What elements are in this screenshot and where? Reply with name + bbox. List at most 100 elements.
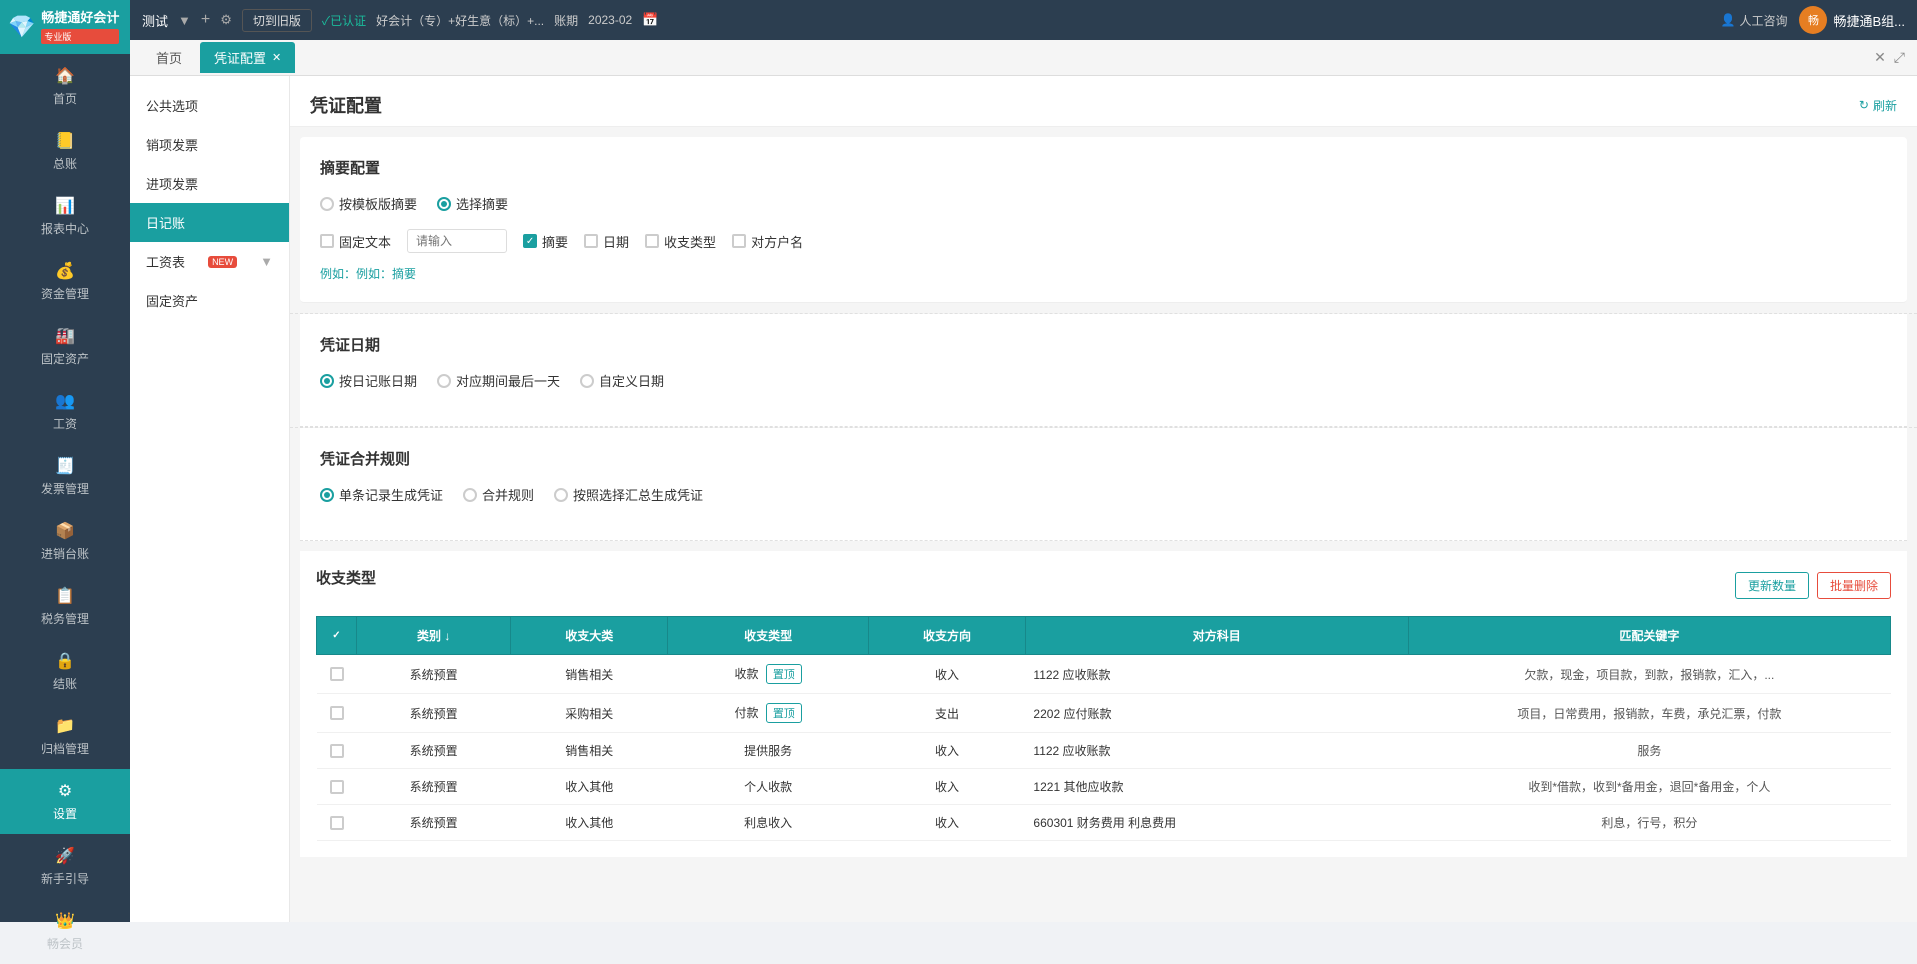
topbar-settings-icon[interactable]: ⚙: [220, 12, 232, 28]
left-nav-sales-invoice[interactable]: 销项发票: [130, 125, 289, 164]
fixed-text-input[interactable]: [407, 229, 507, 253]
row-category: 系统预置: [357, 805, 511, 841]
sidebar-item-payroll[interactable]: 👥 工资: [0, 379, 130, 444]
sidebar-item-member[interactable]: 👑 畅会员: [0, 899, 130, 964]
checkbox[interactable]: [330, 780, 344, 794]
checkbox-income-type[interactable]: 收支类型: [645, 232, 716, 251]
user-menu[interactable]: 畅 畅捷通B组...: [1799, 6, 1905, 34]
checkbox-income-type-box: [645, 234, 659, 248]
sidebar-item-tax[interactable]: 📋 税务管理: [0, 574, 130, 639]
sidebar-item-fixed-assets[interactable]: 🏭 固定资产: [0, 314, 130, 379]
switch-version-button[interactable]: 切到旧版: [242, 9, 312, 32]
sidebar-item-guide[interactable]: 🚀 新手引导: [0, 834, 130, 899]
expand-window-icon[interactable]: ⤢: [1894, 49, 1905, 66]
row-checkbox[interactable]: [317, 805, 357, 841]
sidebar-item-reports[interactable]: 📊 报表中心: [0, 184, 130, 249]
sidebar-item-archive[interactable]: 📁 归档管理: [0, 704, 130, 769]
checkbox-date[interactable]: 日期: [584, 232, 629, 251]
purchase-icon: 📦: [55, 521, 75, 541]
checkbox-counterpart[interactable]: 对方户名: [732, 232, 803, 251]
close-window-icon[interactable]: ✕: [1874, 49, 1886, 66]
reports-icon: 📊: [55, 196, 75, 216]
radio-template-summary[interactable]: 按模板版摘要: [320, 194, 417, 213]
sidebar: 💎 畅捷通好会计 专业版 🏠 首页 📒 总账 📊 报表中心 💰 资金管理 🏭 固…: [0, 0, 130, 922]
batch-delete-button[interactable]: 批量删除: [1817, 572, 1891, 599]
checkbox-date-box: [584, 234, 598, 248]
tag-button[interactable]: 置顶: [766, 664, 802, 684]
summary-config-section: 摘要配置 按模板版摘要 选择摘要 固定文本: [300, 137, 1907, 303]
sidebar-item-label: 资金管理: [41, 285, 89, 302]
left-nav-public[interactable]: 公共选项: [130, 86, 289, 125]
tabbar-actions: ✕ ⤢: [1874, 49, 1905, 66]
voucher-date-section: 凭证日期 按日记账日期 对应期间最后一天 自定义日期: [300, 314, 1907, 427]
table-header-major-type: 收支大类: [511, 617, 668, 655]
row-account: 1122 应收账款: [1025, 655, 1408, 694]
invoices-icon: 🧾: [55, 456, 75, 476]
row-type: 付款 置顶: [668, 694, 869, 733]
sidebar-item-settings[interactable]: ⚙ 设置: [0, 769, 130, 834]
nav-new-badge: NEW: [208, 256, 237, 268]
summary-config-title: 摘要配置: [320, 157, 1887, 178]
checkbox-fixed-text[interactable]: 固定文本: [320, 232, 391, 251]
sidebar-item-label: 设置: [53, 805, 77, 822]
row-checkbox[interactable]: [317, 694, 357, 733]
service-button[interactable]: 👤 人工咨询: [1721, 12, 1788, 29]
select-all-checkbox[interactable]: ✓: [330, 629, 344, 643]
tabbar: 首页 凭证配置 ✕ ✕ ⤢: [130, 40, 1917, 76]
checkbox[interactable]: [330, 667, 344, 681]
row-checkbox[interactable]: [317, 655, 357, 694]
tag-button[interactable]: 置顶: [766, 703, 802, 723]
checkbox-summary[interactable]: ✓ 摘要: [523, 232, 568, 251]
left-nav-fixed-assets[interactable]: 固定资产: [130, 281, 289, 320]
sidebar-item-label: 总账: [53, 155, 77, 172]
refresh-button[interactable]: ↻ 刷新: [1859, 97, 1897, 114]
sidebar-item-label: 税务管理: [41, 610, 89, 627]
radio-select-summary[interactable]: 选择摘要: [437, 194, 508, 213]
radio-summary-generate[interactable]: 按照选择汇总生成凭证: [554, 485, 703, 504]
row-keywords: 利息，行号，积分: [1408, 805, 1890, 841]
left-nav-diary[interactable]: 日记账: [130, 203, 289, 242]
topbar-add-icon[interactable]: +: [201, 11, 210, 29]
row-category: 系统预置: [357, 694, 511, 733]
radio-custom-date[interactable]: 自定义日期: [580, 371, 664, 390]
radio-single-record[interactable]: 单条记录生成凭证: [320, 485, 443, 504]
sidebar-item-home[interactable]: 🏠 首页: [0, 54, 130, 119]
radio-merge-rule[interactable]: 合并规则: [463, 485, 534, 504]
sidebar-item-general-ledger[interactable]: 📒 总账: [0, 119, 130, 184]
guide-icon: 🚀: [55, 846, 75, 866]
service-icon: 👤: [1721, 13, 1736, 27]
sidebar-item-invoices[interactable]: 🧾 发票管理: [0, 444, 130, 509]
checkbox[interactable]: [330, 744, 344, 758]
calendar-icon[interactable]: 📅: [642, 12, 658, 28]
merge-rules-section: 凭证合并规则 单条记录生成凭证 合并规则 按照选择汇总生成凭证: [300, 428, 1907, 541]
radio-diary-date-circle: [320, 374, 334, 388]
closing-icon: 🔒: [55, 651, 75, 671]
table-row: 系统预置 销售相关 提供服务 收入 1122 应收账款 服务: [317, 733, 1891, 769]
left-nav-payroll-table[interactable]: 工资表 NEW ▼: [130, 242, 289, 281]
row-keywords: 服务: [1408, 733, 1890, 769]
row-keywords: 项目，日常费用，报销款，车费，承兑汇票，付款: [1408, 694, 1890, 733]
sidebar-item-funds[interactable]: 💰 资金管理: [0, 249, 130, 314]
app-edition: 专业版: [41, 29, 119, 44]
topbar-certified-status: ✓已认证: [322, 12, 366, 29]
row-checkbox[interactable]: [317, 733, 357, 769]
radio-merge-circle: [463, 488, 477, 502]
tab-home[interactable]: 首页: [142, 42, 196, 73]
left-nav-purchase-invoice[interactable]: 进项发票: [130, 164, 289, 203]
tab-close-icon[interactable]: ✕: [272, 51, 281, 64]
row-checkbox[interactable]: [317, 769, 357, 805]
row-major-type: 销售相关: [511, 655, 668, 694]
ledger-icon: 📒: [55, 131, 75, 151]
checkbox[interactable]: [330, 816, 344, 830]
archive-icon: 📁: [55, 716, 75, 736]
update-count-button[interactable]: 更新数量: [1735, 572, 1809, 599]
topbar-dropdown-icon[interactable]: ▼: [178, 13, 191, 28]
radio-period-last-day[interactable]: 对应期间最后一天: [437, 371, 560, 390]
merge-rules-radio-group: 单条记录生成凭证 合并规则 按照选择汇总生成凭证: [320, 485, 1887, 504]
tab-voucher-config[interactable]: 凭证配置 ✕: [200, 42, 295, 73]
sidebar-item-closing[interactable]: 🔒 结账: [0, 639, 130, 704]
checkbox[interactable]: [330, 706, 344, 720]
row-keywords: 欠款，现金，项目款，到款，报销款，汇入，...: [1408, 655, 1890, 694]
sidebar-item-purchase-sales[interactable]: 📦 进销台账: [0, 509, 130, 574]
radio-diary-date[interactable]: 按日记账日期: [320, 371, 417, 390]
